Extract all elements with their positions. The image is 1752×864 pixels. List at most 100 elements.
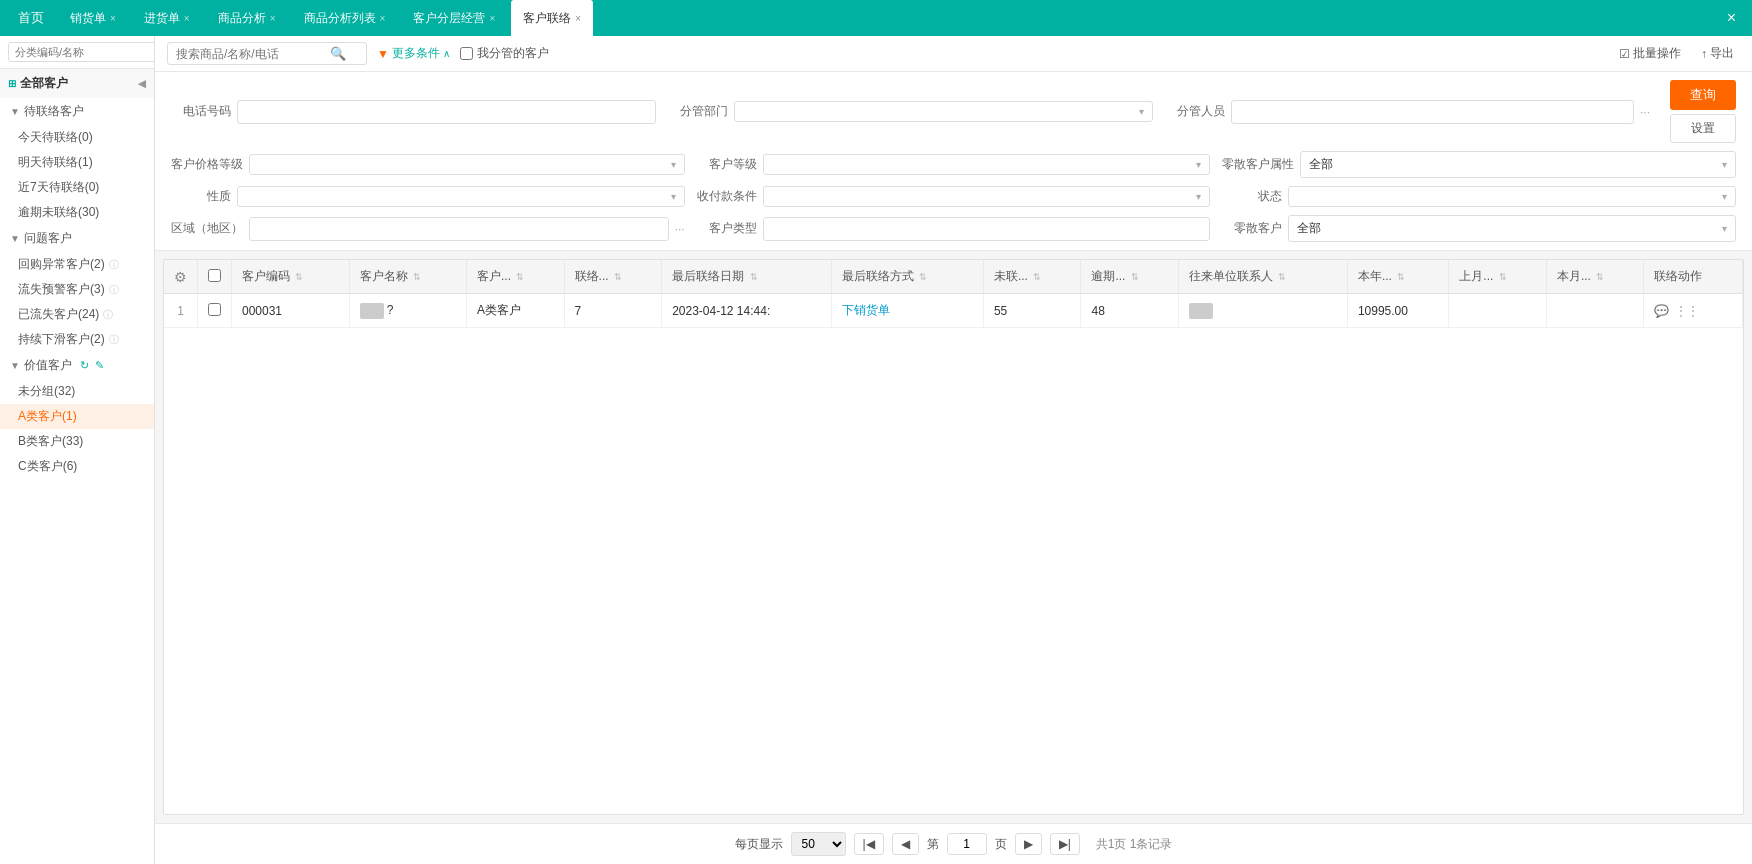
table-settings-icon[interactable]: ⚙: [174, 269, 187, 285]
sidebar-value-customers-group[interactable]: ▼ 价值客户 ↻ ✎: [0, 352, 154, 379]
more-action-icon[interactable]: ⋮⋮: [1675, 304, 1699, 318]
nature-label: 性质: [171, 188, 231, 205]
row-checkbox-cell: [198, 294, 232, 328]
main-search-input[interactable]: [176, 47, 326, 61]
row-checkbox[interactable]: [208, 303, 221, 316]
sidebar-item-keep-lost[interactable]: 持续下滑客户(2) ⓘ: [0, 327, 154, 352]
main-search-icon[interactable]: 🔍: [330, 46, 346, 61]
sort-last-contact-method-icon[interactable]: ⇅: [919, 272, 927, 282]
export-button[interactable]: ↑ 导出: [1695, 42, 1740, 65]
contact-action-cell: 💬 ⋮⋮: [1644, 294, 1743, 328]
customer-level-select[interactable]: ▾: [763, 154, 1211, 175]
retail-customer-select[interactable]: 全部 ▾: [1288, 215, 1736, 242]
sidebar-item-tomorrow-pending[interactable]: 明天待联络(1): [0, 150, 154, 175]
division-dept-field: 分管部门 ▾: [668, 101, 1153, 122]
sidebar-all-customers-header[interactable]: ⊞ 全部客户 ◀: [0, 69, 154, 98]
payment-condition-select[interactable]: ▾: [763, 186, 1211, 207]
sidebar-item-today-pending[interactable]: 今天待联络(0): [0, 125, 154, 150]
sidebar-item-class-a[interactable]: A类客户(1): [0, 404, 154, 429]
contact-count-cell: 7: [564, 294, 662, 328]
sidebar-item-already-lost[interactable]: 已流失客户(24) ⓘ: [0, 302, 154, 327]
sort-last-contact-date-icon[interactable]: ⇅: [750, 272, 758, 282]
home-tab[interactable]: 首页: [8, 5, 54, 31]
sort-this-year-icon[interactable]: ⇅: [1397, 272, 1405, 282]
price-level-chevron-icon: ▾: [671, 159, 676, 170]
sidebar-pending-contact-group[interactable]: ▼ 待联络客户: [0, 98, 154, 125]
sort-customer-type-icon[interactable]: ⇅: [516, 272, 524, 282]
close-sales-order-icon[interactable]: ×: [110, 13, 116, 24]
last-page-button[interactable]: ▶|: [1050, 833, 1080, 855]
sort-contact-person-icon[interactable]: ⇅: [1278, 272, 1286, 282]
th-last-month: 上月... ⇅: [1449, 260, 1547, 294]
my-customers-checkbox-group[interactable]: 我分管的客户: [460, 45, 549, 62]
window-close-button[interactable]: ×: [1719, 9, 1744, 27]
page-suffix: 页: [995, 836, 1007, 853]
collapse-icon[interactable]: ◀: [138, 78, 146, 89]
division-person-more-icon[interactable]: ···: [1640, 105, 1650, 119]
sidebar-item-class-c[interactable]: C类客户(6): [0, 454, 154, 479]
division-dept-select[interactable]: ▾: [734, 101, 1153, 122]
sort-customer-name-icon[interactable]: ⇅: [413, 272, 421, 282]
sidebar-item-repeat-buy-abnormal[interactable]: 回购异常客户(2) ⓘ: [0, 252, 154, 277]
sidebar-item-overdue-contact[interactable]: 逾期未联络(30): [0, 200, 154, 225]
sidebar-item-ungrouped[interactable]: 未分组(32): [0, 379, 154, 404]
per-page-select[interactable]: 50 100 200: [791, 832, 846, 856]
region-more-icon[interactable]: ···: [675, 222, 685, 236]
close-product-analysis-list-icon[interactable]: ×: [380, 13, 386, 24]
query-button[interactable]: 查询: [1670, 80, 1736, 110]
edit-icon[interactable]: ✎: [95, 359, 104, 372]
sort-no-contact-days-icon[interactable]: ⇅: [1033, 272, 1041, 282]
division-person-input[interactable]: [1231, 100, 1634, 124]
bulk-operation-button[interactable]: ☑ 批量操作: [1613, 42, 1687, 65]
retail-attr-select[interactable]: 全部 ▾: [1300, 151, 1736, 178]
th-customer-code: 客户编码 ⇅: [232, 260, 350, 294]
customer-type-input[interactable]: [763, 217, 1211, 241]
my-customers-checkbox[interactable]: [460, 47, 473, 60]
next-page-button[interactable]: ▶: [1015, 833, 1042, 855]
close-customer-tier-icon[interactable]: ×: [489, 13, 495, 24]
sidebar-problem-customers-group[interactable]: ▼ 问题客户: [0, 225, 154, 252]
table-row: 1 000031 ? A类客户 7 2023-04-12 14:44:: [164, 294, 1743, 328]
page-number-input[interactable]: [947, 833, 987, 855]
sidebar-item-class-b[interactable]: B类客户(33): [0, 429, 154, 454]
nature-select[interactable]: ▾: [237, 186, 685, 207]
tab-product-analysis-list[interactable]: 商品分析列表 ×: [292, 0, 398, 36]
price-level-select[interactable]: ▾: [249, 154, 685, 175]
price-level-field: 客户价格等级 ▾: [171, 154, 685, 175]
filter-actions-group: ☑ 批量操作 ↑ 导出: [1613, 42, 1740, 65]
tab-purchase-order[interactable]: 进货单 ×: [132, 0, 202, 36]
last-contact-method-link[interactable]: 下销货单: [842, 303, 890, 317]
region-input[interactable]: [249, 217, 669, 241]
sidebar-item-lost-prediction[interactable]: 流失预警客户(3) ⓘ: [0, 277, 154, 302]
sidebar-item-seven-days-pending[interactable]: 近7天待联络(0): [0, 175, 154, 200]
last-contact-method-cell: 下销货单: [832, 294, 984, 328]
close-product-analysis-icon[interactable]: ×: [270, 13, 276, 24]
refresh-icon[interactable]: ↻: [80, 359, 89, 372]
sort-this-month-icon[interactable]: ⇅: [1596, 272, 1604, 282]
first-page-button[interactable]: |◀: [854, 833, 884, 855]
sort-customer-code-icon[interactable]: ⇅: [295, 272, 303, 282]
last-month-cell: [1449, 294, 1547, 328]
select-all-checkbox[interactable]: [208, 269, 221, 282]
message-action-icon[interactable]: 💬: [1654, 304, 1669, 318]
close-purchase-order-icon[interactable]: ×: [184, 13, 190, 24]
tab-customer-contact[interactable]: 客户联络 ×: [511, 0, 593, 36]
tab-product-analysis[interactable]: 商品分析 ×: [206, 0, 288, 36]
prev-page-button[interactable]: ◀: [892, 833, 919, 855]
settings-button[interactable]: 设置: [1670, 114, 1736, 143]
status-select[interactable]: ▾: [1288, 186, 1736, 207]
more-conditions-button[interactable]: ▼ 更多条件 ∧: [377, 45, 450, 62]
info-icon1: ⓘ: [109, 258, 119, 272]
filter-row-3: 性质 ▾ 收付款条件 ▾ 状态 ▾: [171, 186, 1736, 207]
main-search-box[interactable]: 🔍: [167, 42, 367, 65]
info-icon4: ⓘ: [109, 333, 119, 347]
sort-overdue-icon[interactable]: ⇅: [1131, 272, 1139, 282]
close-customer-contact-icon[interactable]: ×: [575, 13, 581, 24]
sort-last-month-icon[interactable]: ⇅: [1499, 272, 1507, 282]
sort-contact-count-icon[interactable]: ⇅: [614, 272, 622, 282]
sidebar-search-input[interactable]: [8, 42, 155, 62]
tab-sales-order[interactable]: 销货单 ×: [58, 0, 128, 36]
action-buttons: 查询 设置: [1670, 80, 1736, 143]
tab-customer-tier[interactable]: 客户分层经营 ×: [401, 0, 507, 36]
phone-input[interactable]: [237, 100, 656, 124]
